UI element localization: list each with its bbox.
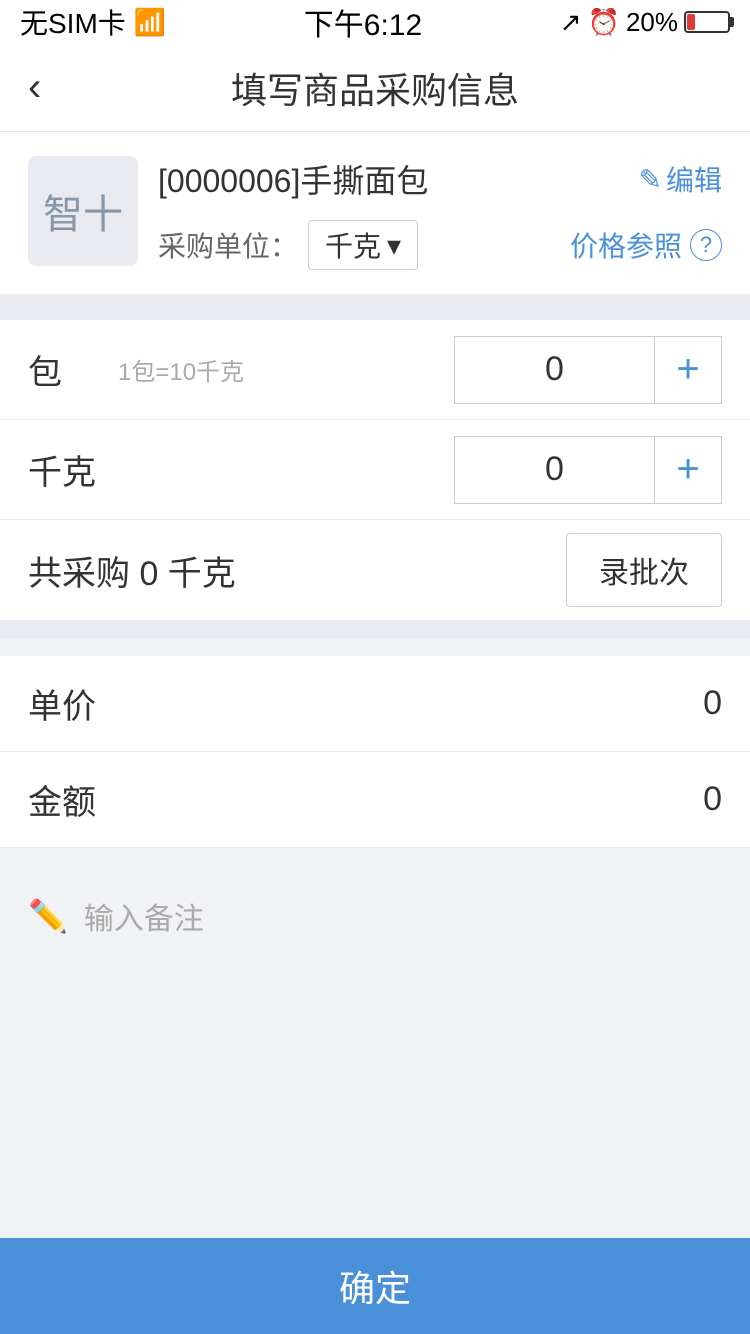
price-section: 单价 0 金额 0 xyxy=(0,656,750,848)
amount-label: 金额 xyxy=(28,775,96,824)
location-icon: ↗ xyxy=(560,7,582,38)
bag-input-row: 包 1包=10千克 + xyxy=(0,320,750,420)
alarm-icon: ⏰ xyxy=(588,7,620,38)
confirm-button[interactable]: 确定 xyxy=(0,1238,750,1334)
price-ref-button[interactable]: 价格参照 ? xyxy=(570,225,722,265)
bag-input-right: + xyxy=(454,336,722,404)
unit-price-value: 0 xyxy=(703,684,722,723)
status-bar: 无SIM卡 📶 下午6:12 ↗ ⏰ 20% xyxy=(0,0,750,44)
note-placeholder: 输入备注 xyxy=(84,894,204,938)
unit-label: 采购单位： xyxy=(158,225,298,265)
unit-price-label: 单价 xyxy=(28,679,96,728)
edit-button[interactable]: ✎ 编辑 xyxy=(639,159,722,199)
total-row: 共采购 0 千克 录批次 xyxy=(0,520,750,620)
product-logo-text: 智十 xyxy=(43,182,123,240)
unit-selector-group: 采购单位： 千克 ▾ xyxy=(158,220,418,270)
wifi-icon: 📶 xyxy=(134,7,166,38)
kg-input-right: + xyxy=(454,436,722,504)
kg-label: 千克 xyxy=(28,445,108,494)
product-info: [0000006]手撕面包 ✎ 编辑 采购单位： 千克 ▾ 价格参照 ? xyxy=(158,156,722,270)
battery-pct-label: 20% xyxy=(626,7,678,38)
unit-price-row: 单价 0 xyxy=(0,656,750,752)
input-section: 包 1包=10千克 + 千克 + xyxy=(0,320,750,520)
bag-label: 包 xyxy=(28,345,108,394)
product-name-row: [0000006]手撕面包 ✎ 编辑 xyxy=(158,156,722,202)
bag-plus-button[interactable]: + xyxy=(654,336,722,404)
kg-quantity-input[interactable] xyxy=(454,436,654,504)
time-label: 下午6:12 xyxy=(304,0,422,44)
kg-plus-button[interactable]: + xyxy=(654,436,722,504)
page-title: 填写商品采购信息 xyxy=(231,62,519,114)
nav-bar: ‹ 填写商品采购信息 xyxy=(0,44,750,132)
carrier-label: 无SIM卡 xyxy=(20,2,126,42)
bag-quantity-input[interactable] xyxy=(454,336,654,404)
amount-value: 0 xyxy=(703,780,722,819)
record-batch-button[interactable]: 录批次 xyxy=(566,533,722,607)
product-unit-row: 采购单位： 千克 ▾ 价格参照 ? xyxy=(158,220,722,270)
total-label: 共采购 0 千克 xyxy=(28,546,236,595)
battery-icon xyxy=(684,11,730,33)
section-divider-1 xyxy=(0,302,750,320)
battery-fill xyxy=(687,14,695,30)
info-icon: ? xyxy=(690,229,722,261)
note-section[interactable]: ✏️ 输入备注 xyxy=(0,866,750,966)
pencil-icon: ✏️ xyxy=(28,897,68,935)
product-name: [0000006]手撕面包 xyxy=(158,156,428,202)
kg-input-row: 千克 + xyxy=(0,420,750,520)
amount-row: 金额 0 xyxy=(0,752,750,848)
status-right: ↗ ⏰ 20% xyxy=(560,7,730,38)
unit-select[interactable]: 千克 ▾ xyxy=(308,220,418,270)
section-divider-2 xyxy=(0,620,750,638)
back-button[interactable]: ‹ xyxy=(28,65,41,110)
status-left: 无SIM卡 📶 xyxy=(20,2,166,42)
edit-icon: ✎ xyxy=(639,163,662,196)
dropdown-icon: ▾ xyxy=(387,229,401,262)
product-logo: 智十 xyxy=(28,156,138,266)
confirm-label: 确定 xyxy=(339,1260,411,1312)
product-card: 智十 [0000006]手撕面包 ✎ 编辑 采购单位： 千克 ▾ 价格参照 ? xyxy=(0,132,750,302)
bag-sublabel: 1包=10千克 xyxy=(118,352,454,387)
